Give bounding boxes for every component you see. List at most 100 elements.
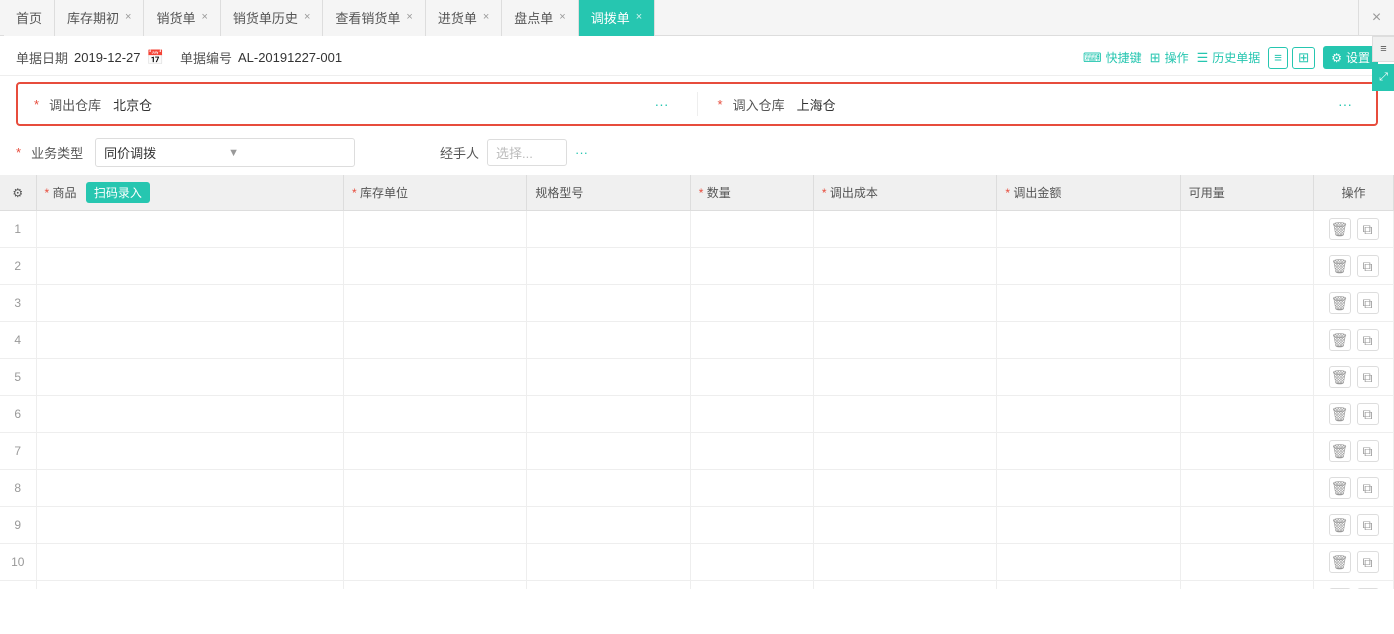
layout-grid-btn[interactable]: ⊞ — [1292, 47, 1315, 69]
available-cell[interactable] — [1180, 544, 1313, 581]
copy-row-button[interactable]: ⧉ — [1357, 477, 1379, 499]
available-cell[interactable] — [1180, 396, 1313, 433]
product-cell[interactable] — [36, 359, 343, 396]
qty-cell[interactable] — [690, 581, 813, 590]
available-cell[interactable] — [1180, 248, 1313, 285]
out-warehouse-value[interactable]: 北京仓 — [113, 95, 152, 114]
available-cell[interactable] — [1180, 285, 1313, 322]
qty-cell[interactable] — [690, 544, 813, 581]
amount-cell[interactable] — [997, 396, 1180, 433]
spec-cell[interactable] — [527, 470, 690, 507]
copy-row-button[interactable]: ⧉ — [1357, 588, 1379, 589]
available-cell[interactable] — [1180, 211, 1313, 248]
available-cell[interactable] — [1180, 433, 1313, 470]
person-select[interactable]: 选择... — [487, 139, 567, 166]
th-settings[interactable]: ⚙ — [0, 175, 36, 211]
tab-view-sales-close[interactable]: × — [406, 12, 412, 23]
qty-cell[interactable] — [690, 396, 813, 433]
operations-button[interactable]: ⊞ 操作 — [1150, 49, 1189, 66]
spec-cell[interactable] — [527, 248, 690, 285]
delete-row-button[interactable]: 🗑 — [1329, 514, 1351, 536]
person-more-btn[interactable]: ··· — [575, 145, 588, 160]
tab-sales-history-close[interactable]: × — [304, 12, 310, 23]
amount-cell[interactable] — [997, 359, 1180, 396]
copy-row-button[interactable]: ⧉ — [1357, 440, 1379, 462]
delete-row-button[interactable]: 🗑 — [1329, 551, 1351, 573]
unit-cell[interactable] — [343, 544, 526, 581]
out-warehouse-more-btn[interactable]: ··· — [647, 96, 677, 112]
copy-row-button[interactable]: ⧉ — [1357, 329, 1379, 351]
in-warehouse-value[interactable]: 上海仓 — [797, 95, 836, 114]
tab-purchase[interactable]: 进货单 × — [426, 0, 502, 36]
cost-cell[interactable] — [813, 433, 996, 470]
amount-cell[interactable] — [997, 507, 1180, 544]
unit-cell[interactable] — [343, 433, 526, 470]
available-cell[interactable] — [1180, 581, 1313, 590]
product-cell[interactable] — [36, 433, 343, 470]
history-button[interactable]: ☰ 历史单据 — [1197, 49, 1261, 66]
cost-cell[interactable] — [813, 211, 996, 248]
delete-row-button[interactable]: 🗑 — [1329, 292, 1351, 314]
tab-inventory-check-close[interactable]: × — [559, 12, 565, 23]
qty-cell[interactable] — [690, 211, 813, 248]
unit-cell[interactable] — [343, 211, 526, 248]
amount-cell[interactable] — [997, 544, 1180, 581]
cost-cell[interactable] — [813, 322, 996, 359]
delete-row-button[interactable]: 🗑 — [1329, 403, 1351, 425]
copy-row-button[interactable]: ⧉ — [1357, 366, 1379, 388]
spec-cell[interactable] — [527, 322, 690, 359]
business-type-select[interactable]: 同价调拨 ▼ — [95, 138, 355, 167]
copy-row-button[interactable]: ⧉ — [1357, 255, 1379, 277]
unit-cell[interactable] — [343, 322, 526, 359]
qty-cell[interactable] — [690, 470, 813, 507]
layout-list-btn[interactable]: ≡ — [1268, 47, 1288, 69]
amount-cell[interactable] — [997, 581, 1180, 590]
spec-cell[interactable] — [527, 433, 690, 470]
delete-row-button[interactable]: 🗑 — [1329, 477, 1351, 499]
tab-inventory-check[interactable]: 盘点单 × — [502, 0, 578, 36]
cost-cell[interactable] — [813, 544, 996, 581]
sidebar-expand-btn[interactable]: ⤢ — [1372, 64, 1394, 91]
tab-view-sales[interactable]: 查看销货单 × — [323, 0, 425, 36]
available-cell[interactable] — [1180, 322, 1313, 359]
spec-cell[interactable] — [527, 396, 690, 433]
spec-cell[interactable] — [527, 359, 690, 396]
available-cell[interactable] — [1180, 507, 1313, 544]
qty-cell[interactable] — [690, 433, 813, 470]
tab-sales-order-close[interactable]: × — [201, 12, 207, 23]
copy-row-button[interactable]: ⧉ — [1357, 292, 1379, 314]
qty-cell[interactable] — [690, 248, 813, 285]
cost-cell[interactable] — [813, 396, 996, 433]
tab-home[interactable]: 首页 — [4, 0, 55, 36]
tab-sales-order[interactable]: 销货单 × — [144, 0, 220, 36]
available-cell[interactable] — [1180, 470, 1313, 507]
spec-cell[interactable] — [527, 285, 690, 322]
cost-cell[interactable] — [813, 470, 996, 507]
copy-row-button[interactable]: ⧉ — [1357, 514, 1379, 536]
spec-cell[interactable] — [527, 507, 690, 544]
unit-cell[interactable] — [343, 359, 526, 396]
delete-row-button[interactable]: 🗑 — [1329, 366, 1351, 388]
window-close-button[interactable]: × — [1358, 0, 1394, 36]
tab-purchase-close[interactable]: × — [483, 12, 489, 23]
qty-cell[interactable] — [690, 359, 813, 396]
product-cell[interactable] — [36, 581, 343, 590]
amount-cell[interactable] — [997, 322, 1180, 359]
delete-row-button[interactable]: 🗑 — [1329, 218, 1351, 240]
cost-cell[interactable] — [813, 507, 996, 544]
product-cell[interactable] — [36, 544, 343, 581]
copy-row-button[interactable]: ⧉ — [1357, 551, 1379, 573]
cost-cell[interactable] — [813, 359, 996, 396]
tab-transfer-close[interactable]: × — [636, 12, 642, 23]
tab-sales-history[interactable]: 销货单历史 × — [221, 0, 323, 36]
qty-cell[interactable] — [690, 507, 813, 544]
delete-row-button[interactable]: 🗑 — [1329, 440, 1351, 462]
in-warehouse-more-btn[interactable]: ··· — [1330, 96, 1360, 112]
product-cell[interactable] — [36, 322, 343, 359]
tab-transfer[interactable]: 调拨单 × — [579, 0, 655, 36]
cost-cell[interactable] — [813, 248, 996, 285]
product-cell[interactable] — [36, 470, 343, 507]
settings-button[interactable]: ⚙ 设置 — [1323, 46, 1378, 69]
unit-cell[interactable] — [343, 581, 526, 590]
cost-cell[interactable] — [813, 581, 996, 590]
